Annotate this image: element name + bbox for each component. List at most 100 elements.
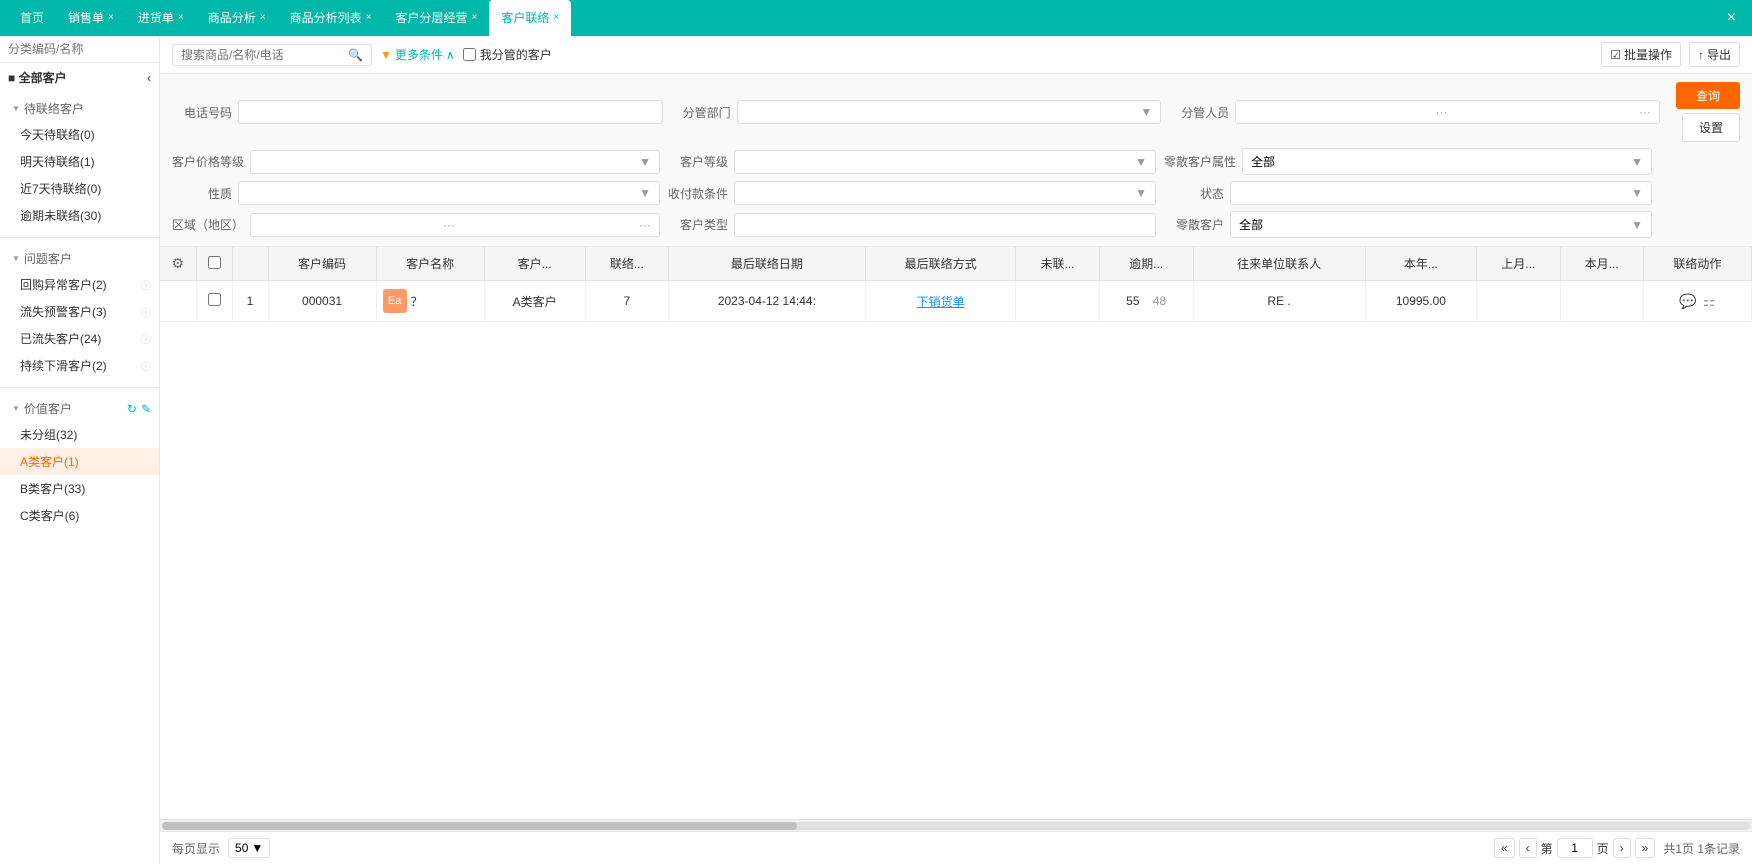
sidebar-item-today-contact[interactable]: 今天待联络(0) bbox=[0, 121, 159, 148]
col-type-header: 客户... bbox=[484, 247, 585, 281]
sidebar-item-7day-contact[interactable]: 近7天待联络(0) bbox=[0, 175, 159, 202]
retail-customer-field: 零散客户 全部 ▼ bbox=[1164, 211, 1652, 238]
export-btn[interactable]: ↑ 导出 bbox=[1689, 42, 1740, 67]
select-all-checkbox[interactable] bbox=[208, 256, 221, 269]
nav-tab-purchase[interactable]: 进货单 × bbox=[126, 0, 196, 36]
price-grade-label: 客户价格等级 bbox=[172, 153, 244, 170]
filter-search-icon[interactable]: 🔍 bbox=[348, 48, 363, 62]
close-salesorder-icon[interactable]: × bbox=[108, 0, 114, 36]
payment-select[interactable]: ▼ bbox=[734, 181, 1156, 205]
scrollbar-thumb[interactable] bbox=[162, 822, 797, 830]
my-customers-checkbox[interactable] bbox=[463, 48, 476, 61]
customer-type-input[interactable] bbox=[734, 213, 1156, 237]
col-code-header: 客户编码 bbox=[268, 247, 376, 281]
row-type-cell: A类客户 bbox=[484, 281, 585, 322]
collapse-icon[interactable]: ‹ bbox=[147, 71, 151, 85]
page-number-input[interactable] bbox=[1557, 838, 1593, 858]
first-page-btn[interactable]: « bbox=[1494, 838, 1515, 858]
nature-arrow-icon: ▼ bbox=[639, 186, 651, 200]
nav-tab-contact[interactable]: 客户联络 × bbox=[489, 0, 571, 36]
nav-tab-segmentation[interactable]: 客户分层经营 × bbox=[383, 0, 489, 36]
edit-icon[interactable]: ✎ bbox=[141, 402, 151, 416]
sidebar-item-b-customers[interactable]: B类客户(33) bbox=[0, 475, 159, 502]
phone-label: 电话号码 bbox=[172, 104, 232, 121]
top-nav: 首页 销售单 × 进货单 × 商品分析 × 商品分析列表 × 客户分层经营 × … bbox=[0, 0, 1752, 36]
all-customers-header[interactable]: ■ 全部客户 ‹ bbox=[0, 63, 159, 92]
filter-row-1: 电话号码 分管部门 ▼ 分管人员 ··· bbox=[172, 82, 1740, 142]
triangle-icon: ▼ bbox=[12, 104, 20, 113]
last-page-btn[interactable]: » bbox=[1635, 838, 1656, 858]
nature-select[interactable]: ▼ bbox=[238, 181, 660, 205]
value-customers-section: ▼ 价值客户 ↻ ✎ 未分组(32) A类客户(1) B类客户(33) C类客户… bbox=[0, 392, 159, 533]
close-analysislist-icon[interactable]: × bbox=[366, 0, 372, 36]
sidebar-item-unclassified[interactable]: 未分组(32) bbox=[0, 421, 159, 448]
sidebar-item-a-customers[interactable]: A类客户(1) bbox=[0, 448, 159, 475]
info-icon-3: ⓘ bbox=[141, 331, 151, 346]
last-method-link[interactable]: 下销货单 bbox=[917, 295, 965, 309]
sidebar-item-overdue-contact[interactable]: 逾期未联络(30) bbox=[0, 202, 159, 229]
phone-field: 电话号码 bbox=[172, 100, 663, 124]
scrollbar-track bbox=[162, 822, 1750, 830]
manager-input[interactable]: ··· bbox=[1235, 100, 1660, 124]
filter-row-4: 区域（地区） ··· 客户类型 零散客户 全部 ▼ bbox=[172, 211, 1740, 238]
sidebar-item-churned[interactable]: 已流失客户(24) ⓘ bbox=[0, 325, 159, 352]
page-size-select[interactable]: 50 ▼ bbox=[228, 838, 270, 858]
refresh-icon[interactable]: ↻ bbox=[127, 402, 137, 416]
filter-more-btn[interactable]: ▼ 更多条件 ∧ bbox=[380, 46, 455, 63]
filter-search-input[interactable] bbox=[181, 48, 344, 62]
manager-dots-icon: ··· bbox=[1436, 105, 1448, 119]
nav-tab-analysislist[interactable]: 商品分析列表 × bbox=[278, 0, 384, 36]
status-select[interactable]: ▼ bbox=[1230, 181, 1652, 205]
retail-customer-select[interactable]: 全部 ▼ bbox=[1230, 211, 1652, 238]
pending-contact-group[interactable]: ▼ 待联络客户 bbox=[0, 96, 159, 121]
gear-icon[interactable]: ⚙ bbox=[171, 255, 184, 271]
setting-button[interactable]: 设置 bbox=[1682, 113, 1740, 142]
nav-home[interactable]: 首页 bbox=[8, 0, 56, 36]
horizontal-scrollbar[interactable] bbox=[160, 819, 1752, 831]
message-action-icon[interactable]: 💬 bbox=[1679, 293, 1696, 310]
nav-tab-analysis[interactable]: 商品分析 × bbox=[196, 0, 278, 36]
region-input[interactable]: ··· bbox=[250, 213, 660, 237]
problem-customers-group[interactable]: ▼ 问题客户 bbox=[0, 246, 159, 271]
nav-tab-salesorder[interactable]: 销售单 × bbox=[56, 0, 126, 36]
sidebar-item-repurchase-abnormal[interactable]: 回购异常客户(2) ⓘ bbox=[0, 271, 159, 298]
close-analysis-icon[interactable]: × bbox=[260, 0, 266, 36]
query-button[interactable]: 查询 bbox=[1676, 82, 1740, 109]
filter-row-3: 性质 ▼ 收付款条件 ▼ 状态 bbox=[172, 181, 1740, 205]
close-contact-icon[interactable]: × bbox=[553, 0, 559, 36]
status-label: 状态 bbox=[1164, 185, 1224, 202]
sidebar-search-input[interactable] bbox=[8, 42, 160, 56]
dept-arrow-icon: ▼ bbox=[1140, 105, 1152, 119]
retail-attr-select[interactable]: 全部 ▼ bbox=[1242, 148, 1652, 175]
close-app-button[interactable]: × bbox=[1719, 9, 1744, 27]
row-lastmethod-cell: 下销货单 bbox=[865, 281, 1016, 322]
my-customers-filter[interactable]: 我分管的客户 bbox=[463, 46, 552, 63]
prev-page-btn[interactable]: ‹ bbox=[1519, 838, 1537, 858]
customer-grade-select[interactable]: ▼ bbox=[734, 150, 1156, 174]
row-checkbox[interactable] bbox=[208, 293, 221, 306]
col-gear-header[interactable]: ⚙ bbox=[160, 247, 196, 281]
grid-action-icon[interactable]: ⚏ bbox=[1703, 293, 1716, 310]
value-customers-group[interactable]: ▼ 价值客户 ↻ ✎ bbox=[0, 396, 159, 421]
total-info: 共1页 1条记录 bbox=[1663, 840, 1740, 857]
customer-grade-label: 客户等级 bbox=[668, 153, 728, 170]
sidebar-item-c-customers[interactable]: C类客户(6) bbox=[0, 502, 159, 529]
batch-operation-btn[interactable]: ☑ 批量操作 bbox=[1601, 42, 1681, 67]
sidebar-item-tomorrow-contact[interactable]: 明天待联络(1) bbox=[0, 148, 159, 175]
sidebar-item-churn-warning[interactable]: 流失预警客户(3) ⓘ bbox=[0, 298, 159, 325]
filter-bar: 🔍 ▼ 更多条件 ∧ 我分管的客户 ☑ 批量操作 ↑ 导出 bbox=[160, 36, 1752, 74]
dept-select[interactable]: ▼ bbox=[737, 100, 1162, 124]
checkbox-icon: ☑ bbox=[1610, 48, 1621, 62]
price-grade-select[interactable]: ▼ bbox=[250, 150, 660, 174]
sidebar-item-declining[interactable]: 持续下滑客户(2) ⓘ bbox=[0, 352, 159, 379]
next-page-btn[interactable]: › bbox=[1613, 838, 1631, 858]
customer-table: ⚙ 客户编码 客户名称 客户... bbox=[160, 247, 1752, 322]
region-dots-icon: ··· bbox=[443, 218, 455, 232]
close-segmentation-icon[interactable]: × bbox=[471, 0, 477, 36]
phone-input[interactable] bbox=[238, 100, 663, 124]
filter-form: 电话号码 分管部门 ▼ 分管人员 ··· bbox=[160, 74, 1752, 247]
export-icon: ↑ bbox=[1698, 48, 1704, 62]
col-action-header: 联络动作 bbox=[1643, 247, 1751, 281]
customer-type-field: 客户类型 bbox=[668, 213, 1156, 237]
close-purchase-icon[interactable]: × bbox=[178, 0, 184, 36]
